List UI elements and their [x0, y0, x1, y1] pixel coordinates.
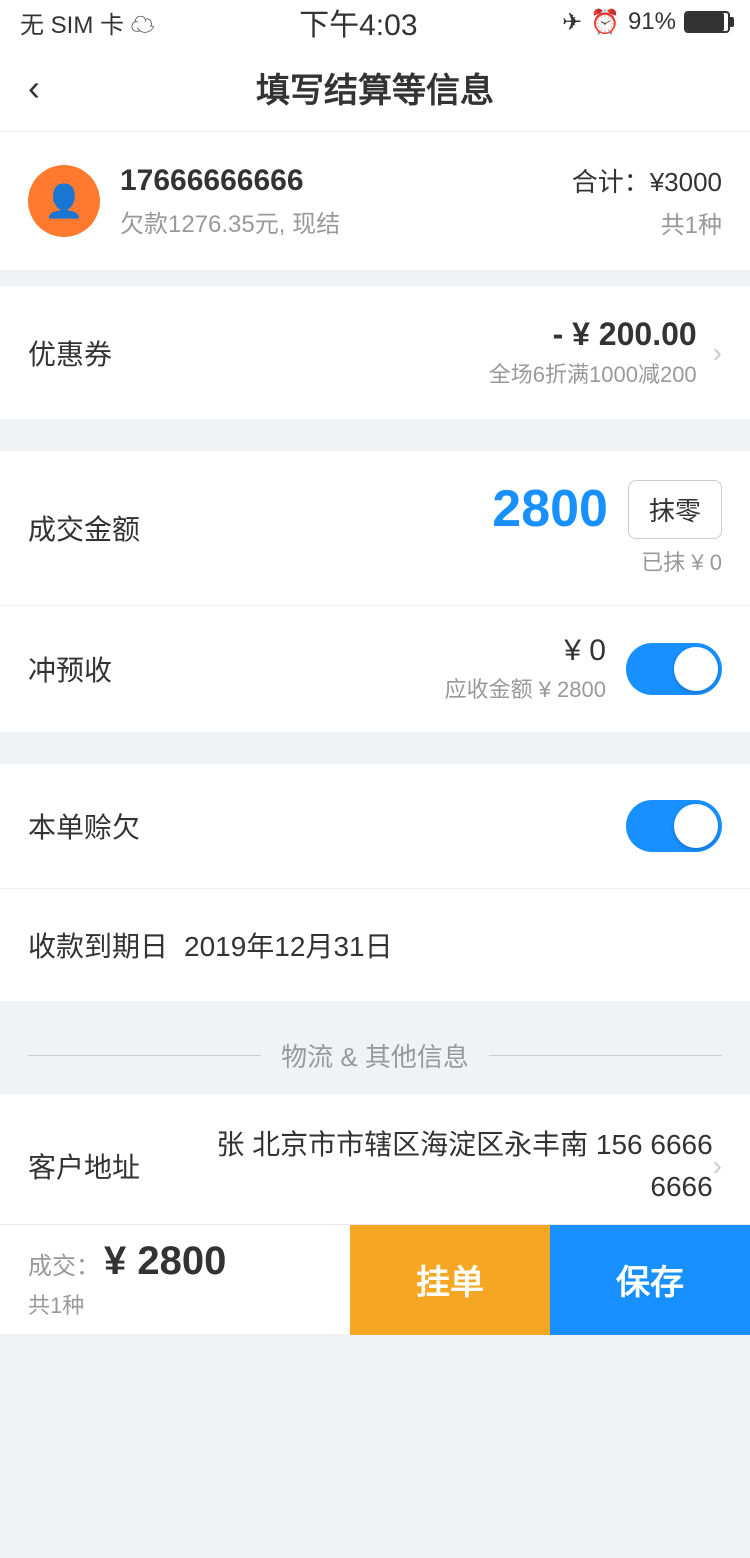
credit-label: 本单赊欠	[28, 806, 140, 846]
coupon-value: - ¥ 200.00	[489, 316, 697, 353]
amount-section: 成交金额 2800 抹零 已抹 ¥ 0 冲预收 ¥ 0 应收金额 ¥ 2800	[0, 451, 750, 732]
due-value: 2019年12月31日	[184, 925, 393, 965]
address-chevron-icon: ›	[713, 1150, 722, 1182]
customer-total: 合计：¥3000	[572, 162, 722, 199]
bottom-count: 共1种	[28, 1288, 322, 1320]
coupon-label: 优惠券	[28, 333, 112, 373]
battery-icon	[684, 11, 730, 33]
coupon-row[interactable]: 优惠券 - ¥ 200.00 全场6折满1000减200 ›	[0, 286, 750, 419]
prepay-row: 冲预收 ¥ 0 应收金额 ¥ 2800	[0, 606, 750, 732]
sim-status: 无 SIM 卡 ☁	[20, 5, 155, 40]
address-row[interactable]: 客户地址 张 北京市市辖区海淀区永丰南 156 6666 6666 ›	[0, 1094, 750, 1238]
amount-right-area: 2800 抹零 已抹 ¥ 0	[492, 479, 722, 577]
divider-3	[0, 732, 750, 748]
address-label: 客户地址	[28, 1146, 140, 1186]
content: 👤 17666666666 欠款1276.35元, 现结 合计：¥3000 共1…	[0, 132, 750, 1558]
divider-2	[0, 419, 750, 435]
due-row: 收款到期日 2019年12月31日	[0, 889, 750, 1001]
customer-phone: 17666666666	[120, 164, 340, 198]
customer-right: 合计：¥3000 共1种	[572, 162, 722, 240]
status-right: ✈ ⏰ 91%	[562, 8, 730, 37]
bottom-left: 成交： ¥ 2800 共1种	[0, 1239, 350, 1320]
save-button[interactable]: 保存	[550, 1225, 750, 1335]
due-section: 收款到期日 2019年12月31日	[0, 888, 750, 1001]
credit-section: 本单赊欠 收款到期日 2019年12月31日	[0, 764, 750, 1001]
customer-debt: 欠款1276.35元, 现结	[120, 204, 340, 239]
prepay-sub: 应收金额 ¥ 2800	[445, 672, 606, 704]
prepay-right: ¥ 0 应收金额 ¥ 2800	[445, 634, 722, 704]
battery-percent: 91%	[628, 8, 676, 36]
bottom-label: 成交：	[28, 1246, 100, 1281]
bottom-bar: 成交： ¥ 2800 共1种 挂单 保存	[0, 1224, 750, 1334]
page-title: 填写结算等信息	[256, 63, 494, 112]
status-left: 无 SIM 卡 ☁	[20, 5, 155, 40]
prepay-amount: ¥ 0 应收金额 ¥ 2800	[445, 634, 606, 704]
divider-1	[0, 270, 750, 286]
amount-label: 成交金额	[28, 508, 140, 548]
alarm-icon: ⏰	[590, 8, 620, 37]
round-zero-button[interactable]: 抹零	[628, 480, 722, 539]
prepay-label: 冲预收	[28, 649, 112, 689]
customer-count: 共1种	[572, 205, 722, 240]
address-section: 客户地址 张 北京市市辖区海淀区永丰南 156 6666 6666 ›	[0, 1094, 750, 1238]
status-bar: 无 SIM 卡 ☁ 下午4:03 ✈ ⏰ 91%	[0, 0, 750, 44]
status-time: 下午4:03	[299, 0, 417, 44]
amount-value: 2800	[492, 479, 608, 539]
credit-row: 本单赊欠	[0, 764, 750, 888]
coupon-chevron-icon: ›	[713, 337, 722, 369]
coupon-desc: 全场6折满1000减200	[489, 357, 697, 389]
nav-bar: ‹ 填写结算等信息	[0, 44, 750, 132]
customer-left: 👤 17666666666 欠款1276.35元, 现结	[28, 164, 340, 239]
avatar: 👤	[28, 165, 100, 237]
pending-button[interactable]: 挂单	[350, 1225, 550, 1335]
address-value: 张 北京市市辖区海淀区永丰南 156 6666 6666	[168, 1124, 713, 1208]
amount-right: 2800 抹零	[492, 479, 722, 539]
coupon-info: - ¥ 200.00 全场6折满1000减200	[489, 316, 697, 389]
logistics-divider: 物流 & 其他信息	[0, 1017, 750, 1094]
location-icon: ✈	[562, 8, 582, 37]
amount-row: 成交金额 2800 抹零 已抹 ¥ 0	[0, 451, 750, 606]
logistics-label: 物流 & 其他信息	[261, 1037, 489, 1074]
amount-sub: 已抹 ¥ 0	[641, 545, 722, 577]
customer-info: 17666666666 欠款1276.35元, 现结	[120, 164, 340, 239]
due-label: 收款到期日	[28, 925, 168, 965]
credit-toggle[interactable]	[626, 800, 722, 852]
back-button[interactable]: ‹	[28, 67, 40, 109]
prepay-value: ¥ 0	[445, 634, 606, 668]
coupon-right-area: - ¥ 200.00 全场6折满1000减200 ›	[489, 316, 722, 389]
bottom-amount: ¥ 2800	[104, 1239, 226, 1284]
bottom-amount-area: 成交： ¥ 2800	[28, 1239, 322, 1284]
customer-card: 👤 17666666666 欠款1276.35元, 现结 合计：¥3000 共1…	[0, 132, 750, 270]
prepay-toggle[interactable]	[626, 643, 722, 695]
coupon-section: 优惠券 - ¥ 200.00 全场6折满1000减200 ›	[0, 286, 750, 419]
